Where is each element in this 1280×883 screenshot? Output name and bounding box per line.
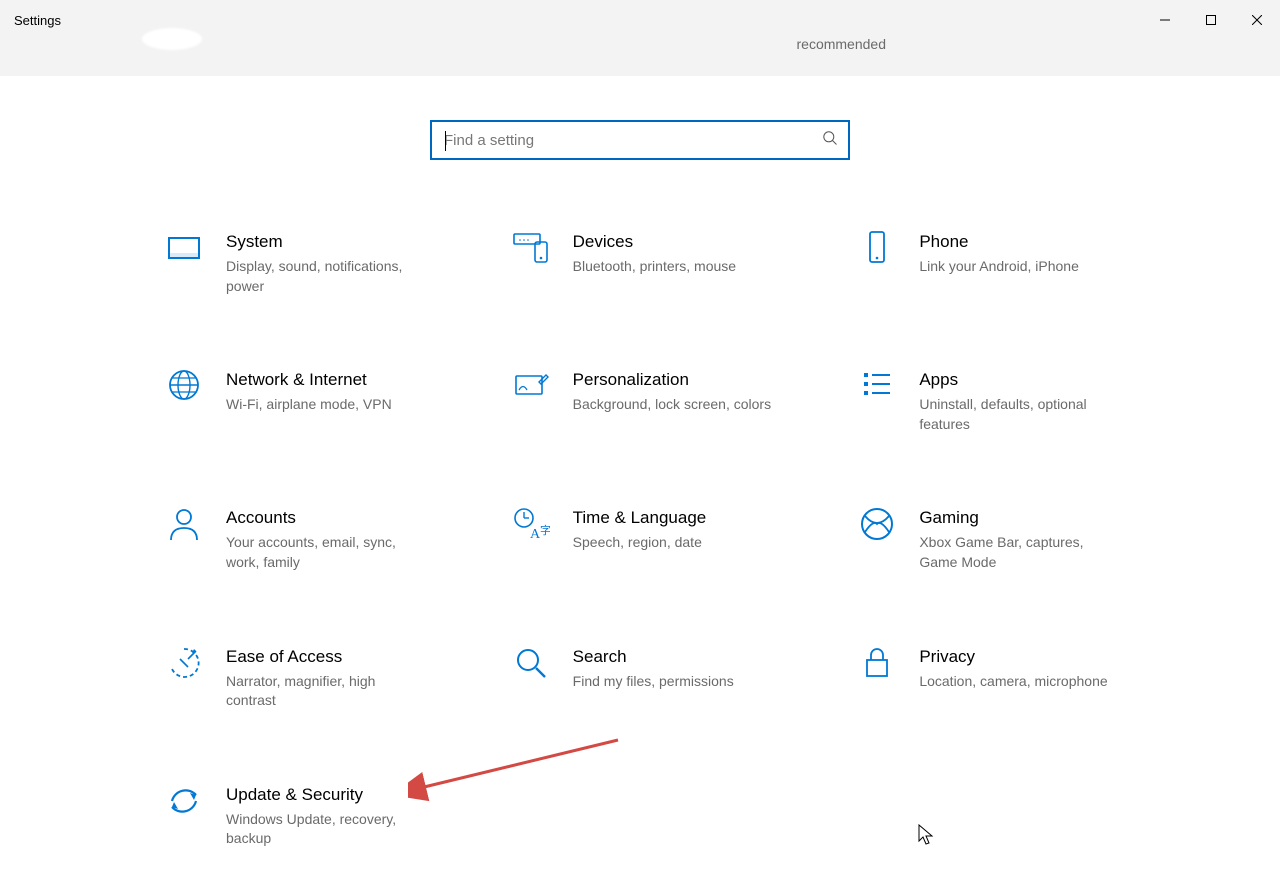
search-input[interactable]	[444, 132, 822, 149]
tile-title: Accounts	[226, 508, 426, 528]
tile-gaming[interactable]: Gaming Xbox Game Bar, captures, Game Mod…	[857, 506, 1157, 572]
system-icon	[164, 230, 204, 270]
tile-title: Devices	[573, 232, 736, 252]
tile-title: Search	[573, 647, 734, 667]
update-icon	[164, 783, 204, 823]
accounts-icon	[164, 506, 204, 546]
phone-icon	[857, 230, 897, 270]
search-box[interactable]	[430, 120, 850, 160]
personalization-icon	[511, 368, 551, 408]
tile-title: System	[226, 232, 426, 252]
tile-ease-of-access[interactable]: Ease of Access Narrator, magnifier, high…	[164, 645, 464, 711]
tile-title: Privacy	[919, 647, 1107, 667]
tile-phone[interactable]: Phone Link your Android, iPhone	[857, 230, 1157, 296]
tile-desc: Narrator, magnifier, high contrast	[226, 672, 426, 711]
tile-time-language[interactable]: A字 Time & Language Speech, region, date	[511, 506, 811, 572]
tile-network[interactable]: Network & Internet Wi-Fi, airplane mode,…	[164, 368, 464, 434]
tile-title: Update & Security	[226, 785, 426, 805]
tile-desc: Link your Android, iPhone	[919, 257, 1079, 277]
tile-title: Gaming	[919, 508, 1119, 528]
tile-title: Phone	[919, 232, 1079, 252]
ease-of-access-icon	[164, 645, 204, 685]
globe-icon	[164, 368, 204, 408]
tile-accounts[interactable]: Accounts Your accounts, email, sync, wor…	[164, 506, 464, 572]
tile-desc: Your accounts, email, sync, work, family	[226, 533, 426, 572]
tile-desc: Location, camera, microphone	[919, 672, 1107, 692]
tile-devices[interactable]: Devices Bluetooth, printers, mouse	[511, 230, 811, 296]
tile-title: Ease of Access	[226, 647, 426, 667]
tile-desc: Display, sound, notifications, power	[226, 257, 426, 296]
tile-desc: Bluetooth, printers, mouse	[573, 257, 736, 277]
text-caret	[445, 131, 446, 151]
banner-text-fragment: recommended	[797, 36, 887, 52]
tile-personalization[interactable]: Personalization Background, lock screen,…	[511, 368, 811, 434]
tile-apps[interactable]: Apps Uninstall, defaults, optional featu…	[857, 368, 1157, 434]
minimize-button[interactable]	[1142, 0, 1188, 40]
tile-desc: Windows Update, recovery, backup	[226, 810, 426, 849]
tile-title: Network & Internet	[226, 370, 392, 390]
lock-icon	[857, 645, 897, 685]
svg-text:字: 字	[540, 523, 550, 537]
tile-search[interactable]: Search Find my files, permissions	[511, 645, 811, 711]
close-button[interactable]	[1234, 0, 1280, 40]
tile-desc: Find my files, permissions	[573, 672, 734, 692]
tile-desc: Xbox Game Bar, captures, Game Mode	[919, 533, 1119, 572]
search-icon	[822, 130, 838, 151]
banner-area: recommended	[0, 40, 1280, 76]
tile-desc: Background, lock screen, colors	[573, 395, 771, 415]
devices-icon	[511, 230, 551, 270]
tile-title: Apps	[919, 370, 1119, 390]
search-tile-icon	[511, 645, 551, 685]
gaming-icon	[857, 506, 897, 546]
tile-update-security[interactable]: Update & Security Windows Update, recove…	[164, 783, 464, 849]
window-controls	[1142, 0, 1280, 40]
maximize-button[interactable]	[1188, 0, 1234, 40]
tile-title: Time & Language	[573, 508, 707, 528]
tile-desc: Wi-Fi, airplane mode, VPN	[226, 395, 392, 415]
settings-grid: System Display, sound, notifications, po…	[164, 230, 1184, 849]
tile-privacy[interactable]: Privacy Location, camera, microphone	[857, 645, 1157, 711]
time-language-icon: A字	[511, 506, 551, 546]
tile-desc: Speech, region, date	[573, 533, 707, 553]
tile-desc: Uninstall, defaults, optional features	[919, 395, 1119, 434]
apps-icon	[857, 368, 897, 408]
window-title: Settings	[14, 13, 61, 28]
tile-title: Personalization	[573, 370, 771, 390]
banner-avatar-fragment	[142, 28, 202, 50]
tile-system[interactable]: System Display, sound, notifications, po…	[164, 230, 464, 296]
